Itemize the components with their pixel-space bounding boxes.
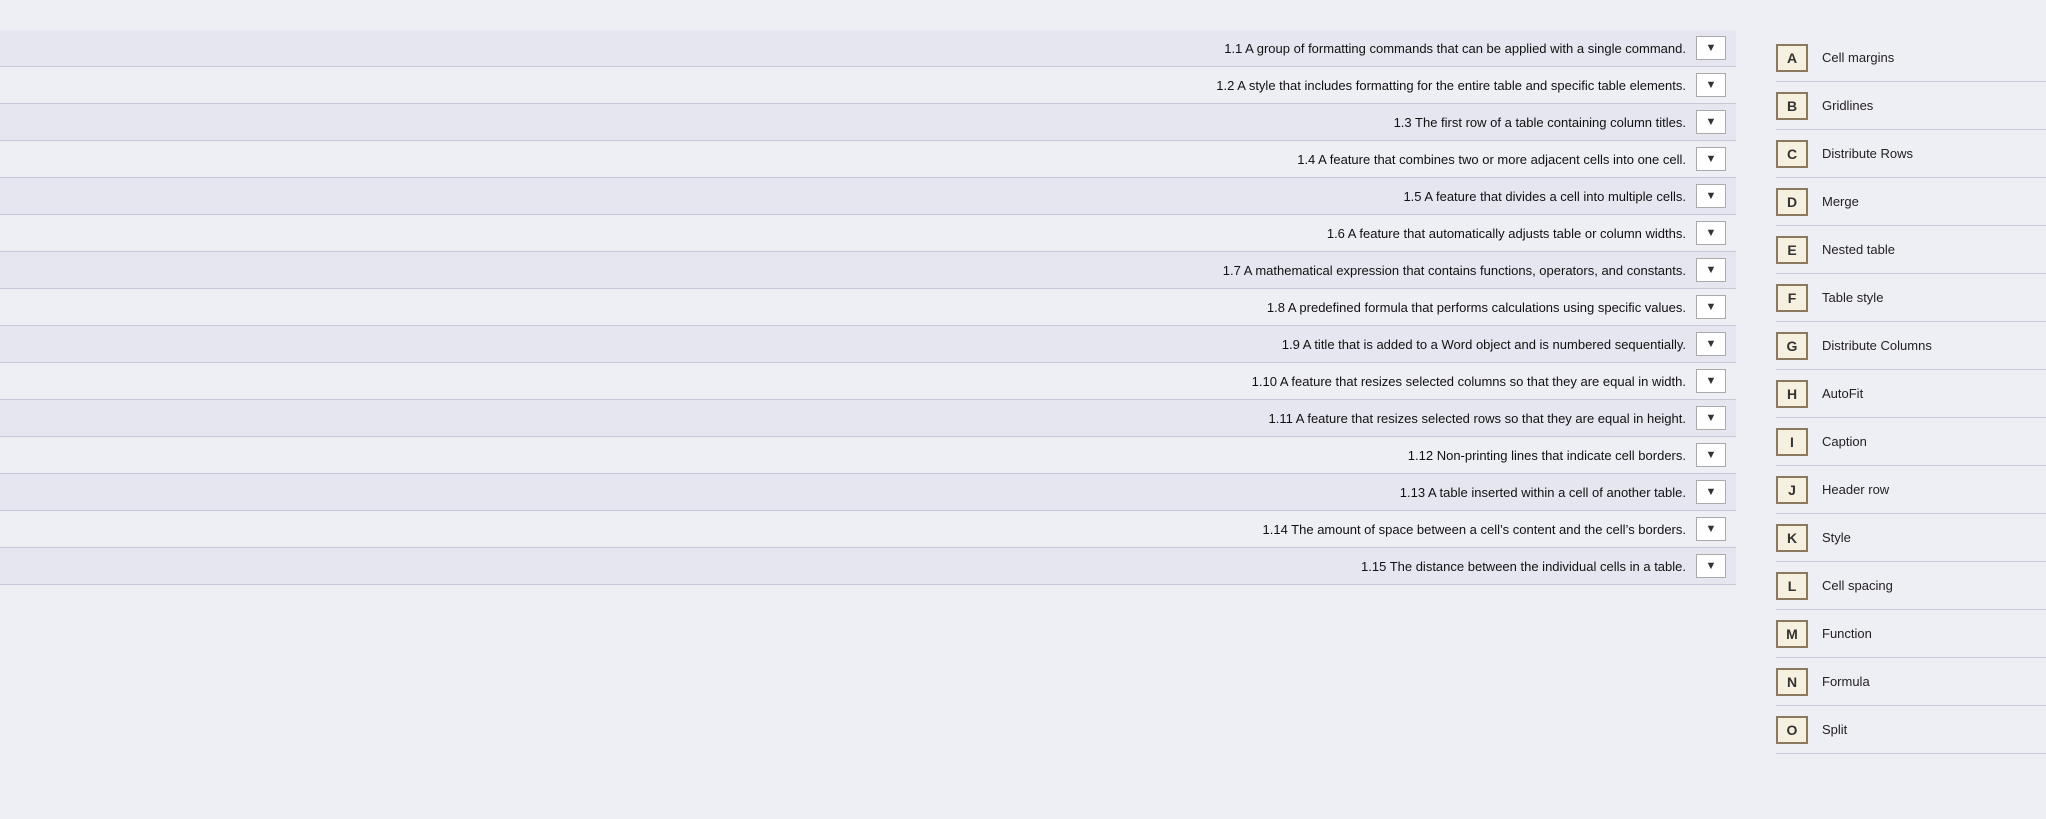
question-row: 1.12 Non-printing lines that indicate ce…	[0, 437, 1736, 474]
question-text-2: 1.2 A style that includes formatting for…	[30, 78, 1696, 93]
page: 1.1 A group of formatting commands that …	[0, 0, 2046, 819]
left-panel: 1.1 A group of formatting commands that …	[0, 30, 1736, 754]
dropdown-6[interactable]: ▼	[1696, 221, 1726, 245]
question-row: 1.8 A predefined formula that performs c…	[0, 289, 1736, 326]
answer-label-M: Function	[1822, 626, 1872, 641]
question-text-10: 1.10 A feature that resizes selected col…	[30, 374, 1696, 389]
question-row: 1.3 The first row of a table containing …	[0, 104, 1736, 141]
answer-label-B: Gridlines	[1822, 98, 1873, 113]
question-row: 1.11 A feature that resizes selected row…	[0, 400, 1736, 437]
answer-row-D: D Merge	[1776, 178, 2046, 226]
question-row: 1.9 A title that is added to a Word obje…	[0, 326, 1736, 363]
right-panel: A Cell margins B Gridlines C Distribute Rows D…	[1766, 30, 2046, 754]
question-text-6: 1.6 A feature that automatically adjusts…	[30, 226, 1696, 241]
answer-label-G: Distribute Columns	[1822, 338, 1932, 353]
letter-box-E: E	[1776, 236, 1808, 264]
dropdown-5[interactable]: ▼	[1696, 184, 1726, 208]
dropdown-7[interactable]: ▼	[1696, 258, 1726, 282]
dropdown-11[interactable]: ▼	[1696, 406, 1726, 430]
dropdown-9[interactable]: ▼	[1696, 332, 1726, 356]
answer-label-E: Nested table	[1822, 242, 1895, 257]
answer-label-J: Header row	[1822, 482, 1889, 497]
letter-box-A: A	[1776, 44, 1808, 72]
answer-row-C: C Distribute Rows	[1776, 130, 2046, 178]
main-layout: 1.1 A group of formatting commands that …	[0, 30, 2046, 754]
answer-label-D: Merge	[1822, 194, 1859, 209]
letter-box-F: F	[1776, 284, 1808, 312]
question-row: 1.15 The distance between the individual…	[0, 548, 1736, 585]
answer-row-O: O Split	[1776, 706, 2046, 754]
question-text-12: 1.12 Non-printing lines that indicate ce…	[30, 448, 1696, 463]
dropdown-12[interactable]: ▼	[1696, 443, 1726, 467]
question-row: 1.2 A style that includes formatting for…	[0, 67, 1736, 104]
letter-box-J: J	[1776, 476, 1808, 504]
answer-label-I: Caption	[1822, 434, 1867, 449]
answer-row-H: H AutoFit	[1776, 370, 2046, 418]
question-row: 1.10 A feature that resizes selected col…	[0, 363, 1736, 400]
question-text-4: 1.4 A feature that combines two or more …	[30, 152, 1696, 167]
dropdown-3[interactable]: ▼	[1696, 110, 1726, 134]
letter-box-B: B	[1776, 92, 1808, 120]
question-text-5: 1.5 A feature that divides a cell into m…	[30, 189, 1696, 204]
question-text-11: 1.11 A feature that resizes selected row…	[30, 411, 1696, 426]
question-text-15: 1.15 The distance between the individual…	[30, 559, 1696, 574]
answer-row-I: I Caption	[1776, 418, 2046, 466]
letter-box-G: G	[1776, 332, 1808, 360]
answer-row-F: F Table style	[1776, 274, 2046, 322]
question-text-1: 1.1 A group of formatting commands that …	[30, 41, 1696, 56]
letter-box-K: K	[1776, 524, 1808, 552]
answer-row-G: G Distribute Columns	[1776, 322, 2046, 370]
answer-label-K: Style	[1822, 530, 1851, 545]
answer-row-N: N Formula	[1776, 658, 2046, 706]
letter-box-M: M	[1776, 620, 1808, 648]
answer-row-E: E Nested table	[1776, 226, 2046, 274]
answer-row-J: J Header row	[1776, 466, 2046, 514]
answer-row-A: A Cell margins	[1776, 34, 2046, 82]
question-text-9: 1.9 A title that is added to a Word obje…	[30, 337, 1696, 352]
answer-label-F: Table style	[1822, 290, 1883, 305]
letter-box-H: H	[1776, 380, 1808, 408]
question-row: 1.5 A feature that divides a cell into m…	[0, 178, 1736, 215]
letter-box-C: C	[1776, 140, 1808, 168]
question-text-7: 1.7 A mathematical expression that conta…	[30, 263, 1696, 278]
question-row: 1.4 A feature that combines two or more …	[0, 141, 1736, 178]
answer-label-C: Distribute Rows	[1822, 146, 1913, 161]
question-text-13: 1.13 A table inserted within a cell of a…	[30, 485, 1696, 500]
letter-box-I: I	[1776, 428, 1808, 456]
answer-row-B: B Gridlines	[1776, 82, 2046, 130]
answer-label-N: Formula	[1822, 674, 1870, 689]
letter-box-L: L	[1776, 572, 1808, 600]
question-text-8: 1.8 A predefined formula that performs c…	[30, 300, 1696, 315]
answer-row-L: L Cell spacing	[1776, 562, 2046, 610]
dropdown-1[interactable]: ▼	[1696, 36, 1726, 60]
letter-box-D: D	[1776, 188, 1808, 216]
letter-box-N: N	[1776, 668, 1808, 696]
question-text-14: 1.14 The amount of space between a cell’…	[30, 522, 1696, 537]
answer-row-K: K Style	[1776, 514, 2046, 562]
dropdown-15[interactable]: ▼	[1696, 554, 1726, 578]
question-row: 1.1 A group of formatting commands that …	[0, 30, 1736, 67]
question-row: 1.6 A feature that automatically adjusts…	[0, 215, 1736, 252]
dropdown-14[interactable]: ▼	[1696, 517, 1726, 541]
answer-label-O: Split	[1822, 722, 1847, 737]
answer-label-H: AutoFit	[1822, 386, 1863, 401]
answer-label-L: Cell spacing	[1822, 578, 1893, 593]
dropdown-13[interactable]: ▼	[1696, 480, 1726, 504]
question-text-3: 1.3 The first row of a table containing …	[30, 115, 1696, 130]
question-row: 1.7 A mathematical expression that conta…	[0, 252, 1736, 289]
answer-label-A: Cell margins	[1822, 50, 1894, 65]
letter-box-O: O	[1776, 716, 1808, 744]
page-subtitle	[0, 20, 2046, 30]
question-row: 1.13 A table inserted within a cell of a…	[0, 474, 1736, 511]
question-row: 1.14 The amount of space between a cell’…	[0, 511, 1736, 548]
dropdown-8[interactable]: ▼	[1696, 295, 1726, 319]
answer-row-M: M Function	[1776, 610, 2046, 658]
dropdown-2[interactable]: ▼	[1696, 73, 1726, 97]
page-title	[0, 10, 2046, 20]
dropdown-10[interactable]: ▼	[1696, 369, 1726, 393]
divider	[1736, 30, 1766, 754]
dropdown-4[interactable]: ▼	[1696, 147, 1726, 171]
